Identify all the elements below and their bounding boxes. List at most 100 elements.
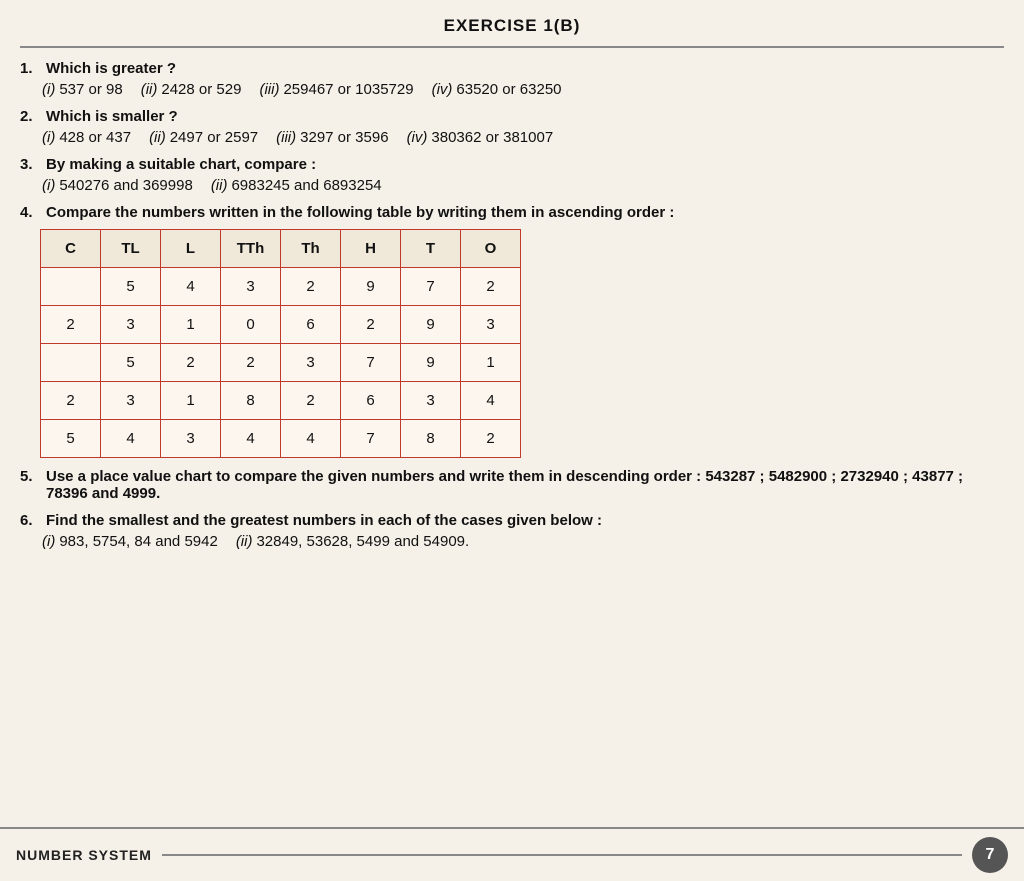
question-5: 5. Use a place value chart to compare th…: [20, 468, 1004, 502]
q3-number: 3.: [20, 156, 42, 173]
q3-label-ii: (ii): [211, 177, 228, 194]
q4-text: Compare the numbers written in the follo…: [46, 204, 674, 221]
q2-value-iv: 380362 or 381007: [431, 129, 553, 146]
col-tl: TL: [101, 230, 161, 268]
table-row: 5432972: [41, 268, 521, 306]
cell-r1-c2: 1: [161, 306, 221, 344]
q2-label-iv: (iv): [407, 129, 428, 146]
q2-value-iii: 3297 or 3596: [300, 129, 388, 146]
q1-value-ii: 2428 or 529: [161, 81, 241, 98]
q1-number: 1.: [20, 60, 42, 77]
cell-r1-c4: 6: [281, 306, 341, 344]
cell-r1-c1: 3: [101, 306, 161, 344]
q2-opt-i: (i) 428 or 437: [42, 129, 131, 146]
cell-r4-c1: 4: [101, 420, 161, 458]
q2-value-i: 428 or 437: [59, 129, 131, 146]
cell-r1-c3: 0: [221, 306, 281, 344]
cell-r3-c1: 3: [101, 382, 161, 420]
cell-r0-c6: 7: [401, 268, 461, 306]
table-row: 23106293: [41, 306, 521, 344]
cell-r4-c2: 3: [161, 420, 221, 458]
q6-value-ii: 32849, 53628, 5499 and 54909.: [256, 533, 469, 550]
q6-opt-i: (i) 983, 5754, 84 and 5942: [42, 533, 218, 550]
cell-r3-c4: 2: [281, 382, 341, 420]
table-row: 5223791: [41, 344, 521, 382]
q2-line: 2. Which is smaller ?: [20, 108, 1004, 125]
cell-r2-c0: [41, 344, 101, 382]
q1-opt-iii: (iii) 259467 or 1035729: [259, 81, 413, 98]
q2-text: Which is smaller ?: [46, 108, 178, 125]
col-th: Th: [281, 230, 341, 268]
q1-options: (i) 537 or 98 (ii) 2428 or 529 (iii) 259…: [42, 81, 1004, 98]
q1-label-iv: (iv): [432, 81, 453, 98]
col-t: T: [401, 230, 461, 268]
cell-r2-c4: 3: [281, 344, 341, 382]
q1-value-iv: 63520 or 63250: [456, 81, 561, 98]
cell-r4-c0: 5: [41, 420, 101, 458]
q3-text: By making a suitable chart, compare :: [46, 156, 316, 173]
col-l: L: [161, 230, 221, 268]
q6-number: 6.: [20, 512, 42, 529]
q4-table-container: C TL L TTh Th H T O 54329722310629352237…: [40, 229, 1004, 458]
q3-label-i: (i): [42, 177, 55, 194]
q6-label-ii: (ii): [236, 533, 253, 550]
q5-number: 5.: [20, 468, 42, 485]
cell-r2-c2: 2: [161, 344, 221, 382]
cell-r0-c0: [41, 268, 101, 306]
q5-text: Use a place value chart to compare the g…: [46, 468, 1004, 502]
q2-opt-ii: (ii) 2497 or 2597: [149, 129, 258, 146]
q6-options: (i) 983, 5754, 84 and 5942 (ii) 32849, 5…: [42, 533, 1004, 550]
cell-r1-c6: 9: [401, 306, 461, 344]
q1-label-iii: (iii): [259, 81, 279, 98]
footer-line: [162, 854, 962, 856]
cell-r4-c3: 4: [221, 420, 281, 458]
cell-r1-c5: 2: [341, 306, 401, 344]
q2-options: (i) 428 or 437 (ii) 2497 or 2597 (iii) 3…: [42, 129, 1004, 146]
q2-number: 2.: [20, 108, 42, 125]
q2-label-ii: (ii): [149, 129, 166, 146]
col-o: O: [461, 230, 521, 268]
q6-value-i: 983, 5754, 84 and 5942: [59, 533, 217, 550]
cell-r0-c7: 2: [461, 268, 521, 306]
table-body: 54329722310629352237912318263454344782: [41, 268, 521, 458]
q5-line: 5. Use a place value chart to compare th…: [20, 468, 1004, 502]
q6-line: 6. Find the smallest and the greatest nu…: [20, 512, 1004, 529]
q2-opt-iii: (iii) 3297 or 3596: [276, 129, 388, 146]
col-h: H: [341, 230, 401, 268]
question-4: 4. Compare the numbers written in the fo…: [20, 204, 1004, 458]
footer-label: NUMBER SYSTEM: [16, 847, 152, 863]
footer-page: 7: [972, 837, 1008, 873]
cell-r2-c7: 1: [461, 344, 521, 382]
q3-line: 3. By making a suitable chart, compare :: [20, 156, 1004, 173]
cell-r1-c7: 3: [461, 306, 521, 344]
q1-line: 1. Which is greater ?: [20, 60, 1004, 77]
cell-r4-c5: 7: [341, 420, 401, 458]
cell-r4-c4: 4: [281, 420, 341, 458]
place-value-table: C TL L TTh Th H T O 54329722310629352237…: [40, 229, 521, 458]
q3-options: (i) 540276 and 369998 (ii) 6983245 and 6…: [42, 177, 1004, 194]
q6-text: Find the smallest and the greatest numbe…: [46, 512, 602, 529]
question-2: 2. Which is smaller ? (i) 428 or 437 (ii…: [20, 108, 1004, 146]
q4-number: 4.: [20, 204, 42, 221]
cell-r3-c2: 1: [161, 382, 221, 420]
q1-opt-ii: (ii) 2428 or 529: [141, 81, 242, 98]
q2-value-ii: 2497 or 2597: [170, 129, 258, 146]
q2-opt-iv: (iv) 380362 or 381007: [407, 129, 554, 146]
exercise-title: EXERCISE 1(B): [20, 10, 1004, 48]
q6-opt-ii: (ii) 32849, 53628, 5499 and 54909.: [236, 533, 469, 550]
cell-r2-c6: 9: [401, 344, 461, 382]
q1-value-iii: 259467 or 1035729: [283, 81, 413, 98]
q4-line: 4. Compare the numbers written in the fo…: [20, 204, 1004, 221]
table-row: 54344782: [41, 420, 521, 458]
col-tth: TTh: [221, 230, 281, 268]
question-6: 6. Find the smallest and the greatest nu…: [20, 512, 1004, 550]
cell-r2-c3: 2: [221, 344, 281, 382]
q1-label-ii: (ii): [141, 81, 158, 98]
cell-r1-c0: 2: [41, 306, 101, 344]
cell-r3-c3: 8: [221, 382, 281, 420]
cell-r4-c7: 2: [461, 420, 521, 458]
cell-r3-c7: 4: [461, 382, 521, 420]
cell-r0-c1: 5: [101, 268, 161, 306]
col-c: C: [41, 230, 101, 268]
q1-opt-i: (i) 537 or 98: [42, 81, 123, 98]
